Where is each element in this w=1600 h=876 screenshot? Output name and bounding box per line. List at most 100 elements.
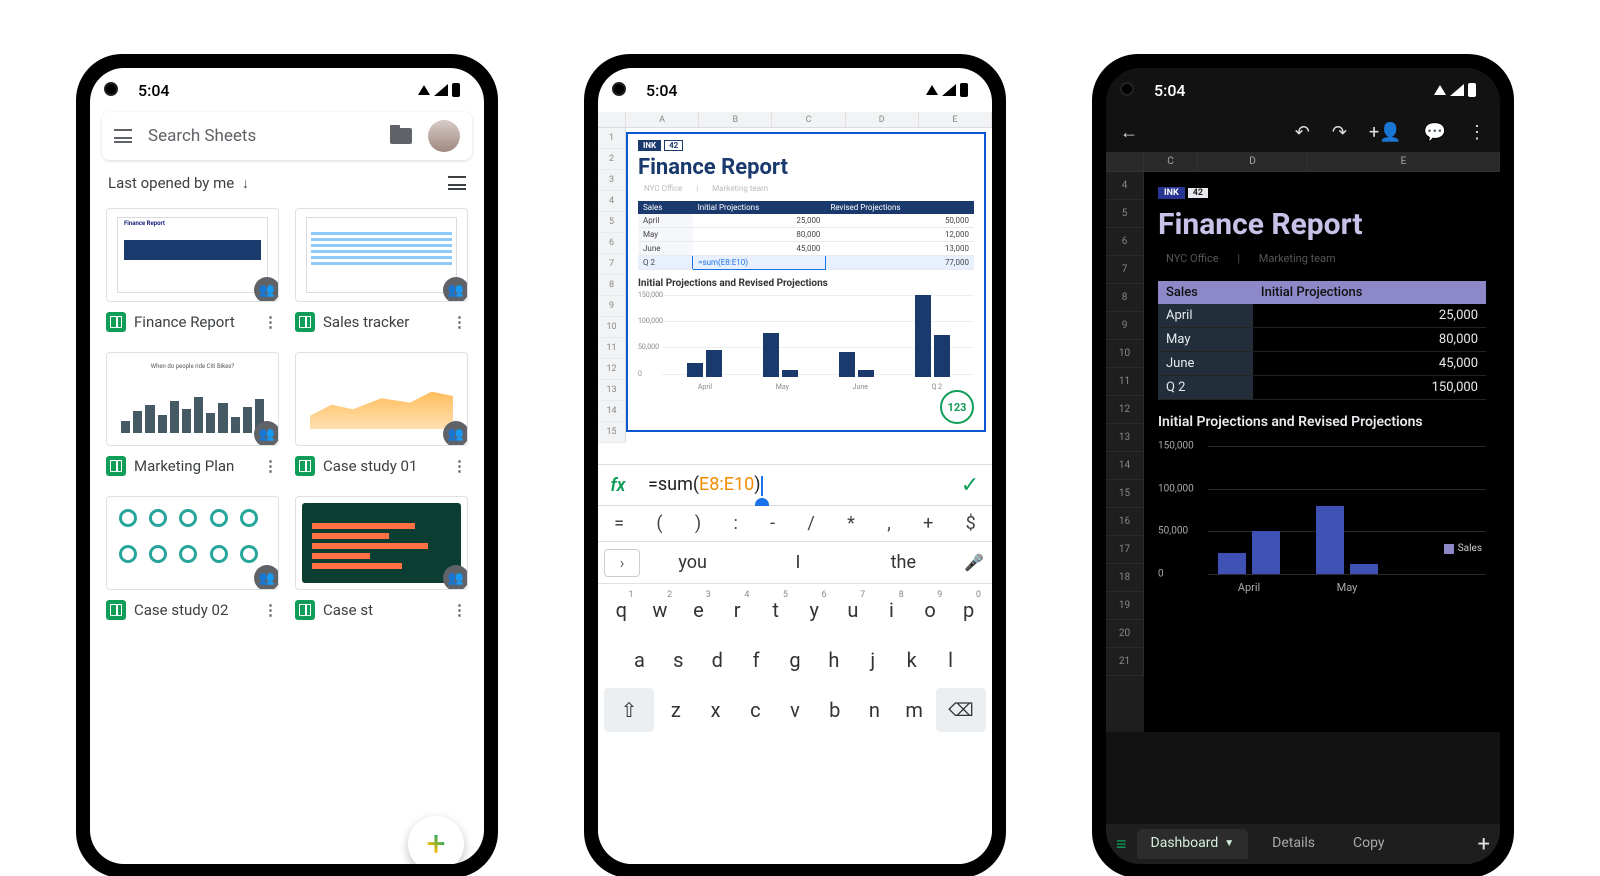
sym-key[interactable]: + (923, 513, 933, 534)
row-number[interactable]: 15 (598, 422, 626, 443)
key[interactable]: u7 (836, 588, 871, 632)
key[interactable]: z (658, 688, 694, 732)
fab-numpad[interactable]: 123 (940, 390, 974, 424)
key[interactable]: d (700, 638, 735, 682)
sym-key[interactable]: / (807, 513, 814, 534)
row-number[interactable]: 12 (1106, 396, 1144, 424)
expand-suggestions-icon[interactable]: › (604, 549, 640, 577)
tab-details[interactable]: Details (1258, 829, 1329, 859)
row-number[interactable]: 17 (1106, 536, 1144, 564)
col-header[interactable]: A (626, 112, 699, 127)
add-tab-icon[interactable]: + (1478, 832, 1490, 857)
key[interactable]: x (698, 688, 734, 732)
sym-key[interactable]: $ (966, 513, 976, 534)
row-number[interactable]: 15 (1106, 480, 1144, 508)
row-number[interactable]: 16 (1106, 508, 1144, 536)
col-header[interactable]: B (699, 112, 772, 127)
key[interactable]: c (737, 688, 773, 732)
add-person-icon[interactable]: +👤 (1369, 122, 1402, 143)
key[interactable]: t5 (758, 588, 793, 632)
file-card[interactable]: 👥Case st⋮ (295, 496, 468, 620)
key[interactable]: j (855, 638, 890, 682)
row-number[interactable]: 18 (1106, 564, 1144, 592)
row-number[interactable]: 8 (1106, 284, 1144, 312)
key[interactable]: f (739, 638, 774, 682)
sym-key[interactable]: - (770, 513, 775, 534)
row-number[interactable]: 10 (1106, 340, 1144, 368)
sort-button[interactable]: Last opened by me ↓ (108, 174, 249, 192)
row-number[interactable]: 5 (1106, 200, 1144, 228)
col-header[interactable]: E (1308, 152, 1500, 172)
file-card[interactable]: 👥Case study 02⋮ (106, 496, 279, 620)
row-number[interactable]: 14 (1106, 452, 1144, 480)
row-number[interactable]: 12 (598, 359, 626, 380)
sym-key[interactable]: ) (695, 513, 701, 534)
row-number[interactable]: 13 (598, 380, 626, 401)
row-number[interactable]: 19 (1106, 592, 1144, 620)
row-number[interactable]: 4 (1106, 172, 1144, 200)
file-more-icon[interactable]: ⋮ (263, 313, 279, 331)
col-header[interactable]: D (1198, 152, 1308, 172)
mic-icon[interactable]: 🎤 (956, 553, 992, 572)
sheets-menu-icon[interactable]: ≡ (1116, 834, 1127, 855)
key[interactable]: b (817, 688, 853, 732)
formula-bar[interactable]: fx =sum(E8:E10) ✓ (598, 464, 992, 506)
key[interactable]: v (777, 688, 813, 732)
row-number[interactable]: 8 (598, 275, 626, 296)
key[interactable]: e3 (681, 588, 716, 632)
col-header[interactable]: E (919, 112, 992, 127)
key[interactable]: i8 (874, 588, 909, 632)
file-card[interactable]: 👥Case study 01⋮ (295, 352, 468, 476)
row-number[interactable]: 1 (598, 128, 626, 149)
row-number[interactable]: 5 (598, 212, 626, 233)
file-card[interactable]: 👥Sales tracker⋮ (295, 208, 468, 332)
key[interactable]: w2 (643, 588, 678, 632)
row-number[interactable]: 9 (598, 296, 626, 317)
file-more-icon[interactable]: ⋮ (263, 601, 279, 619)
row-number[interactable]: 11 (1106, 368, 1144, 396)
row-number[interactable]: 6 (598, 233, 626, 254)
undo-icon[interactable]: ↶ (1295, 122, 1310, 143)
key[interactable]: s (661, 638, 696, 682)
col-header[interactable]: D (846, 112, 919, 127)
sym-key[interactable]: = (614, 513, 624, 534)
comment-icon[interactable]: 💬 (1424, 122, 1446, 143)
tab-dashboard[interactable]: Dashboard ▼ (1137, 829, 1249, 859)
suggestion-3[interactable]: the (851, 552, 956, 573)
key[interactable]: m (896, 688, 932, 732)
col-header[interactable]: C (772, 112, 845, 127)
redo-icon[interactable]: ↷ (1332, 122, 1347, 143)
formula-input[interactable]: =sum(E8:E10) (638, 474, 948, 495)
file-card[interactable]: Finance Report👥Finance Report⋮ (106, 208, 279, 332)
row-number[interactable]: 2 (598, 149, 626, 170)
row-number[interactable]: 9 (1106, 312, 1144, 340)
key[interactable]: r4 (720, 588, 755, 632)
formula-confirm-icon[interactable]: ✓ (948, 473, 992, 498)
suggestion-1[interactable]: you (640, 552, 745, 573)
file-more-icon[interactable]: ⋮ (452, 313, 468, 331)
key[interactable]: o9 (913, 588, 948, 632)
col-header[interactable]: C (1144, 152, 1198, 172)
key[interactable]: n (857, 688, 893, 732)
row-number[interactable]: 4 (598, 191, 626, 212)
row-number[interactable]: 7 (1106, 256, 1144, 284)
row-number[interactable]: 7 (598, 254, 626, 275)
sym-key[interactable]: , (887, 513, 891, 534)
data-table[interactable]: SalesInitial ProjectionsRevised Projecti… (638, 201, 974, 270)
row-number[interactable]: 10 (598, 317, 626, 338)
sym-key[interactable]: : (733, 513, 737, 534)
row-number[interactable]: 21 (1106, 648, 1144, 676)
tab-copy[interactable]: Copy (1339, 829, 1399, 859)
menu-icon[interactable] (114, 129, 132, 143)
key[interactable]: a (622, 638, 657, 682)
key[interactable]: g (778, 638, 813, 682)
account-avatar[interactable] (428, 120, 460, 152)
view-list-icon[interactable] (448, 176, 466, 190)
row-number[interactable]: 6 (1106, 228, 1144, 256)
more-icon[interactable]: ⋮ (1468, 122, 1486, 143)
folder-icon[interactable] (390, 128, 412, 144)
search-bar[interactable]: Search Sheets (102, 112, 472, 160)
row-number[interactable]: 11 (598, 338, 626, 359)
file-more-icon[interactable]: ⋮ (452, 601, 468, 619)
file-more-icon[interactable]: ⋮ (452, 457, 468, 475)
